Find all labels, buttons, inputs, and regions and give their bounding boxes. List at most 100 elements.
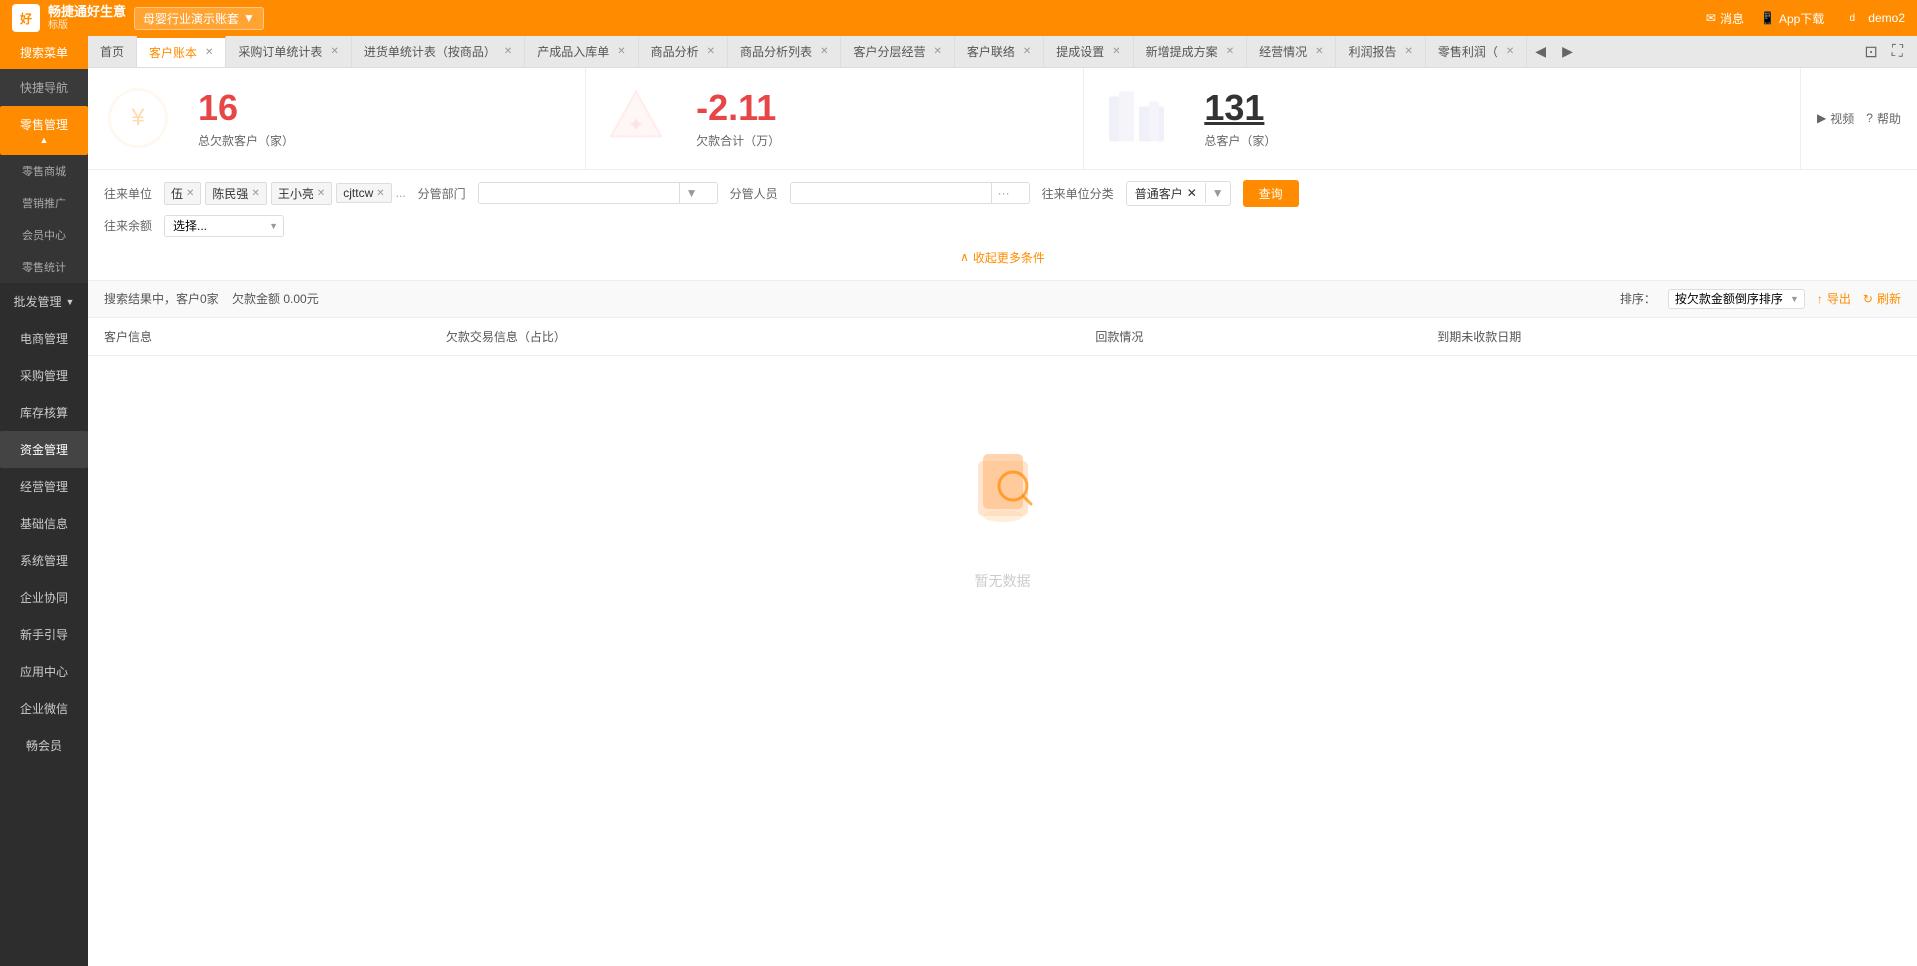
remove-tag-1[interactable]: ✕: [251, 188, 259, 199]
logo-sub: 标版: [48, 20, 126, 32]
remove-unit-class[interactable]: ✕: [1187, 186, 1197, 200]
tab-customer-account[interactable]: 客户账本 ✕: [137, 36, 226, 68]
tab-retail-profit[interactable]: 零售利润（ ✕: [1426, 36, 1527, 68]
tab-restore-btn[interactable]: ⊡: [1858, 40, 1883, 64]
refresh-btn[interactable]: ↻ 刷新: [1863, 290, 1901, 307]
results-bar: 搜索结果中，客户0家 欠款金额 0.00元 排序： 按欠款金额倒序排序 ↑ 导出: [88, 281, 1917, 318]
sidebar-item-operations[interactable]: 经营管理: [0, 468, 88, 505]
results-actions: 排序： 按欠款金额倒序排序 ↑ 导出 ↻ 刷新: [1620, 289, 1901, 309]
sidebar-sub-member-center[interactable]: 会员中心: [0, 219, 88, 251]
sidebar-item-enterprise[interactable]: 企业协同: [0, 579, 88, 616]
remove-tag-0[interactable]: ✕: [186, 188, 194, 199]
unit-tag-0: 伍 ✕: [164, 182, 201, 205]
person-input-group: ···: [790, 182, 1030, 204]
account-dropdown[interactable]: 母婴行业演示账套 ▼: [134, 7, 264, 30]
tab-raise-settings[interactable]: 提成设置 ✕: [1044, 36, 1133, 68]
tab-prev-btn[interactable]: ◀: [1527, 36, 1554, 68]
sidebar-item-retail-mgmt[interactable]: 零售管理 ▲: [0, 106, 88, 155]
unit-tag-3: cjttcw ✕: [336, 183, 391, 203]
empty-text: 暂无数据: [975, 571, 1031, 591]
stats-header: ¥ 16 总欠款客户（家） ✦ -2.11: [88, 68, 1917, 170]
tab-stock-stats[interactable]: 进货单统计表（按商品） ✕: [352, 36, 525, 68]
filter-collapse: ∧ 收起更多条件: [104, 245, 1901, 270]
person-label: 分管人员: [730, 185, 778, 202]
tab-close-customer-contact[interactable]: ✕: [1023, 46, 1031, 57]
user-avatar[interactable]: d demo2: [1840, 6, 1905, 30]
unit-more[interactable]: ...: [396, 186, 406, 200]
tab-customer-contact[interactable]: 客户联络 ✕: [955, 36, 1044, 68]
sidebar: 搜索菜单 快捷导航 零售管理 ▲ 零售商城 营销推广 会员中心 零售统计 批发管…: [0, 36, 88, 966]
data-table: 客户信息 欠款交易信息（占比） 回款情况 到期未收款日期: [88, 318, 1917, 356]
video-btn[interactable]: ▶ 视频: [1817, 110, 1854, 127]
app-download-btn[interactable]: 📱 App下载: [1760, 10, 1824, 27]
sidebar-item-new-guide[interactable]: 新手引导: [0, 616, 88, 653]
tab-next-btn[interactable]: ▶: [1554, 36, 1581, 68]
sidebar-item-inventory[interactable]: 库存核算: [0, 394, 88, 431]
sidebar-item-system[interactable]: 系统管理: [0, 542, 88, 579]
remove-tag-2[interactable]: ✕: [317, 188, 325, 199]
sidebar-sub-retail-mall[interactable]: 零售商城: [0, 155, 88, 187]
tab-close-product-analysis-list[interactable]: ✕: [820, 46, 828, 57]
filter-area: 往来单位 伍 ✕ 陈民强 ✕ 王小亮 ✕: [88, 170, 1917, 281]
tab-customer-segment[interactable]: 客户分层经营 ✕: [841, 36, 954, 68]
tab-close-customer-segment[interactable]: ✕: [933, 46, 941, 57]
filter-row-1: 往来单位 伍 ✕ 陈民强 ✕ 王小亮 ✕: [104, 180, 1901, 207]
tab-close-product-stock[interactable]: ✕: [617, 46, 625, 57]
tab-close-new-raise[interactable]: ✕: [1226, 46, 1234, 57]
top-bar: 好 畅捷通好生意 标版 母婴行业演示账套 ▼ ✉ 消息 📱 App下载 d de…: [0, 0, 1917, 36]
tab-operation[interactable]: 经营情况 ✕: [1247, 36, 1336, 68]
help-btn[interactable]: ? 帮助: [1866, 110, 1901, 127]
empty-state: 暂无数据: [88, 356, 1917, 671]
unit-class-input-group: 普通客户 ✕ ▼: [1126, 181, 1231, 206]
tab-fullscreen-btn[interactable]: ⛶: [1886, 41, 1909, 63]
sidebar-search[interactable]: 搜索菜单: [0, 36, 88, 69]
dept-input[interactable]: [479, 183, 679, 203]
empty-icon: [953, 436, 1053, 555]
quick-nav[interactable]: 快捷导航: [0, 69, 88, 106]
tab-product-analysis-list[interactable]: 商品分析列表 ✕: [728, 36, 841, 68]
tab-close-raise-settings[interactable]: ✕: [1112, 46, 1120, 57]
stat-total-customers: 131 总客户（家）: [1084, 68, 1801, 169]
sidebar-item-purchase[interactable]: 采购管理: [0, 357, 88, 394]
tab-close-stock-stats[interactable]: ✕: [504, 46, 512, 57]
tab-close-purchase-order[interactable]: ✕: [330, 46, 338, 57]
export-btn[interactable]: ↑ 导出: [1817, 290, 1851, 307]
tab-purchase-order[interactable]: 采购订单统计表 ✕: [226, 36, 351, 68]
col-due-date: 到期未收款日期: [1421, 318, 1917, 356]
tab-close-profit-report[interactable]: ✕: [1405, 46, 1413, 57]
page-content: ¥ 16 总欠款客户（家） ✦ -2.11: [88, 68, 1917, 966]
sidebar-item-basic-info[interactable]: 基础信息: [0, 505, 88, 542]
query-btn[interactable]: 查询: [1243, 180, 1299, 207]
balance-select-wrapper: 选择...: [164, 215, 284, 237]
tab-close-customer-account[interactable]: ✕: [205, 47, 213, 58]
unit-class-dots[interactable]: ▼: [1205, 183, 1230, 203]
dept-dots[interactable]: ▼: [679, 183, 704, 203]
sidebar-item-batch[interactable]: 批发管理 ▼: [0, 283, 88, 320]
sidebar-sub-retail-stats[interactable]: 零售统计: [0, 251, 88, 283]
sidebar-item-app-center[interactable]: 应用中心: [0, 653, 88, 690]
tab-home[interactable]: 首页: [88, 36, 137, 68]
person-dots[interactable]: ···: [991, 183, 1016, 203]
tab-close-operation[interactable]: ✕: [1315, 46, 1323, 57]
message-btn[interactable]: ✉ 消息: [1706, 10, 1744, 27]
sidebar-item-enterprise-wechat[interactable]: 企业微信: [0, 690, 88, 727]
tab-bar: 首页 客户账本 ✕ 采购订单统计表 ✕ 进货单统计表（按商品） ✕ 产成品入库单…: [88, 36, 1917, 68]
sidebar-item-member[interactable]: 畅会员: [0, 727, 88, 764]
remove-tag-3[interactable]: ✕: [376, 188, 384, 199]
sidebar-item-finance[interactable]: 资金管理: [0, 431, 88, 468]
top-bar-right: ✉ 消息 📱 App下载 d demo2: [1706, 6, 1905, 30]
person-input[interactable]: [791, 183, 991, 203]
stat-customers-value: 16: [198, 88, 294, 128]
sidebar-sub-marketing[interactable]: 营销推广: [0, 187, 88, 219]
tab-product-analysis[interactable]: 商品分析 ✕: [639, 36, 728, 68]
svg-text:✦: ✦: [628, 115, 645, 137]
balance-select[interactable]: 选择...: [164, 215, 284, 237]
tab-close-product-analysis[interactable]: ✕: [707, 46, 715, 57]
collapse-btn[interactable]: ∧ 收起更多条件: [960, 249, 1045, 266]
sort-select[interactable]: 按欠款金额倒序排序: [1668, 289, 1805, 309]
tab-profit-report[interactable]: 利润报告 ✕: [1336, 36, 1425, 68]
tab-close-retail-profit[interactable]: ✕: [1506, 46, 1514, 57]
tab-product-stock[interactable]: 产成品入库单 ✕: [525, 36, 638, 68]
tab-new-raise[interactable]: 新增提成方案 ✕: [1134, 36, 1247, 68]
sidebar-item-ecommerce[interactable]: 电商管理: [0, 320, 88, 357]
